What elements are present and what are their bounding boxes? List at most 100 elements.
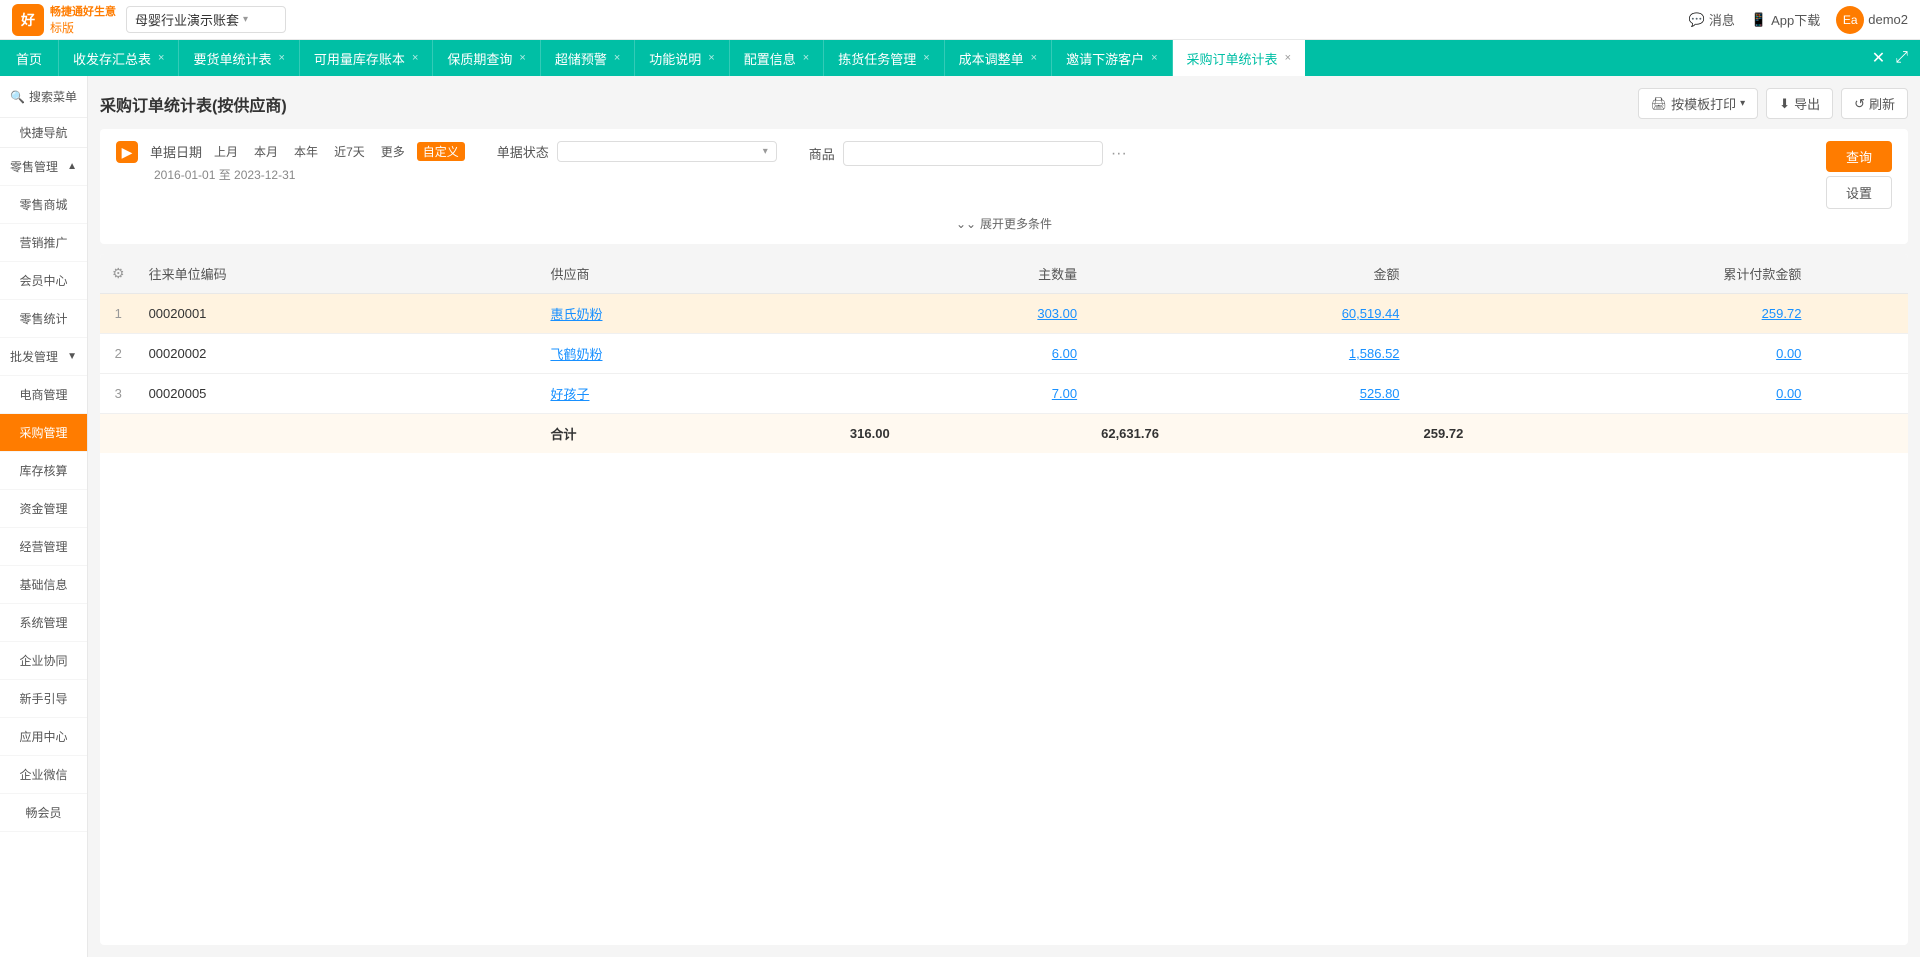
sidebar-item-system-mgmt[interactable]: 系统管理 xyxy=(0,604,87,642)
summary-empty2 xyxy=(137,414,539,454)
tab-close-icon[interactable]: × xyxy=(519,52,525,64)
amount-link[interactable]: 60,519.44 xyxy=(1342,306,1400,321)
summary-empty xyxy=(100,414,137,454)
sidebar-item-marketing[interactable]: 营销推广 xyxy=(0,224,87,262)
tab-close-icon[interactable]: × xyxy=(708,52,714,64)
top-bar: 好 畅捷通好生意 标版 母婴行业演示账套 ▾ 💬 消息 📱 App下载 Ea d… xyxy=(0,0,1920,40)
goods-filter-more-icon[interactable]: ··· xyxy=(1111,145,1127,163)
window-close-button[interactable]: ✕ xyxy=(1868,44,1889,72)
sidebar-item-app-center[interactable]: 应用中心 xyxy=(0,718,87,756)
message-button[interactable]: 💬 消息 xyxy=(1689,10,1735,29)
sidebar-item-retail-stats[interactable]: 零售统计 xyxy=(0,300,87,338)
sidebar-item-member[interactable]: 畅会员 xyxy=(0,794,87,832)
supplier-link[interactable]: 惠氏奶粉 xyxy=(550,307,602,322)
col-supplier: 供应商 xyxy=(538,254,837,294)
workspace-selector[interactable]: 母婴行业演示账套 ▾ xyxy=(126,6,286,33)
sidebar-item-retail-store[interactable]: 零售商城 xyxy=(0,186,87,224)
paid-link[interactable]: 0.00 xyxy=(1776,346,1801,361)
tab-close-icon-active[interactable]: × xyxy=(1285,52,1291,64)
supplier-link[interactable]: 飞鹤奶粉 xyxy=(550,347,602,362)
top-bar-left: 好 畅捷通好生意 标版 母婴行业演示账套 ▾ xyxy=(12,3,286,36)
sidebar-item-ecommerce-mgmt[interactable]: 电商管理 xyxy=(0,376,87,414)
tab-close-icon[interactable]: × xyxy=(1151,52,1157,64)
sidebar-item-enterprise-wechat[interactable]: 企业微信 xyxy=(0,756,87,794)
status-filter-label: 单据状态 xyxy=(497,142,549,161)
summary-row: 合计 316.00 62,631.76 259.72 xyxy=(100,414,1908,454)
export-button[interactable]: ⬇ 导出 xyxy=(1766,88,1833,119)
tab-close-icon[interactable]: × xyxy=(923,52,929,64)
date-filter-label: 单据日期 xyxy=(150,142,202,161)
tab-home[interactable]: 首页 xyxy=(0,40,59,76)
expand-more-button[interactable]: ⌄⌄ 展开更多条件 xyxy=(116,209,1892,232)
chevron-up-icon: ▲ xyxy=(67,161,77,172)
amount-link[interactable]: 525.80 xyxy=(1360,386,1400,401)
tab-stock-account[interactable]: 可用量库存账本 × xyxy=(300,40,433,76)
print-arrow-icon: ▾ xyxy=(1740,98,1745,109)
tab-close-icon[interactable]: × xyxy=(278,52,284,64)
tab-overstock-warning[interactable]: 超储预警 × xyxy=(541,40,635,76)
date-shortcut-this-year[interactable]: 本年 xyxy=(290,141,322,162)
query-button[interactable]: 查询 xyxy=(1826,141,1892,172)
sidebar-item-stock-check[interactable]: 库存核算 xyxy=(0,452,87,490)
sidebar-item-basic-info[interactable]: 基础信息 xyxy=(0,566,87,604)
print-button[interactable]: 🖨 按模板打印 ▾ xyxy=(1638,88,1759,119)
cell-row-num: 1 xyxy=(100,294,137,334)
sidebar-item-finance-mgmt[interactable]: 资金管理 xyxy=(0,490,87,528)
table-row: 3 00020005 好孩子 7.00 525.80 0.00 xyxy=(100,374,1908,414)
tab-close-icon[interactable]: × xyxy=(803,52,809,64)
date-shortcut-last-month[interactable]: 上月 xyxy=(210,141,242,162)
sidebar-item-operation-mgmt[interactable]: 经营管理 xyxy=(0,528,87,566)
qty-link[interactable]: 6.00 xyxy=(1052,346,1077,361)
window-maximize-button[interactable]: ⤢ xyxy=(1891,45,1912,71)
tab-close-icon[interactable]: × xyxy=(158,52,164,64)
qty-link[interactable]: 303.00 xyxy=(1037,306,1077,321)
summary-main-qty: 316.00 xyxy=(838,414,1089,454)
status-filter-select[interactable]: ▾ xyxy=(557,141,777,162)
amount-link[interactable]: 1,586.52 xyxy=(1349,346,1400,361)
tab-config-info[interactable]: 配置信息 × xyxy=(730,40,824,76)
refresh-button[interactable]: ↺ 刷新 xyxy=(1841,88,1908,119)
quick-nav-button[interactable]: 快捷导航 xyxy=(0,118,87,148)
app-download-button[interactable]: 📱 App下载 xyxy=(1751,10,1820,29)
date-custom-badge[interactable]: 自定义 xyxy=(417,142,465,161)
paid-link[interactable]: 0.00 xyxy=(1776,386,1801,401)
sidebar-item-new-guide[interactable]: 新手引导 xyxy=(0,680,87,718)
tab-close-icon[interactable]: × xyxy=(412,52,418,64)
table-settings-icon[interactable]: ⚙ xyxy=(112,265,125,281)
goods-filter-input[interactable] xyxy=(843,141,1103,166)
date-shortcut-more[interactable]: 更多 xyxy=(377,141,409,162)
sidebar-item-member-center[interactable]: 会员中心 xyxy=(0,262,87,300)
paid-link[interactable]: 259.72 xyxy=(1762,306,1802,321)
cell-paid-amount: 259.72 xyxy=(1412,294,1814,334)
cell-main-qty: 303.00 xyxy=(838,294,1089,334)
tab-goods-summary[interactable]: 要货单统计表 × xyxy=(179,40,299,76)
tab-function-desc[interactable]: 功能说明 × xyxy=(635,40,729,76)
nav-tabs: 首页 收发存汇总表 × 要货单统计表 × 可用量库存账本 × 保质期查询 × 超… xyxy=(0,40,1920,76)
filter-toggle-button[interactable]: ▶ xyxy=(116,141,138,163)
tab-receive-summary[interactable]: 收发存汇总表 × xyxy=(59,40,179,76)
cell-amount: 525.80 xyxy=(1089,374,1411,414)
export-icon: ⬇ xyxy=(1779,96,1790,112)
sidebar-item-purchase-mgmt[interactable]: 采购管理 xyxy=(0,414,87,452)
tab-purchase-summary[interactable]: 采购订单统计表 × xyxy=(1173,40,1305,76)
cell-unit-code: 00020002 xyxy=(137,334,539,374)
sidebar-item-enterprise-collab[interactable]: 企业协同 xyxy=(0,642,87,680)
tab-cost-adjust[interactable]: 成本调整单 × xyxy=(945,40,1052,76)
tab-invite-downstream[interactable]: 邀请下游客户 × xyxy=(1052,40,1172,76)
sidebar-item-retail-mgmt[interactable]: 零售管理 ▲ xyxy=(0,148,87,186)
tab-pick-task[interactable]: 拣货任务管理 × xyxy=(824,40,944,76)
tab-close-icon[interactable]: × xyxy=(1031,52,1037,64)
logo-area: 好 畅捷通好生意 标版 xyxy=(12,3,116,36)
search-menu-button[interactable]: 🔍 搜索菜单 xyxy=(6,84,81,109)
sidebar-item-wholesale-mgmt[interactable]: 批发管理 ▼ xyxy=(0,338,87,376)
tab-close-icon[interactable]: × xyxy=(614,52,620,64)
settings-button[interactable]: 设置 xyxy=(1826,176,1892,209)
tab-expiry-query[interactable]: 保质期查询 × xyxy=(433,40,540,76)
date-shortcut-this-month[interactable]: 本月 xyxy=(250,141,282,162)
refresh-icon: ↺ xyxy=(1854,96,1865,112)
qty-link[interactable]: 7.00 xyxy=(1052,386,1077,401)
supplier-link[interactable]: 好孩子 xyxy=(550,387,589,402)
date-shortcut-7days[interactable]: 近7天 xyxy=(330,141,369,162)
user-profile[interactable]: Ea demo2 xyxy=(1836,6,1908,34)
summary-label: 合计 xyxy=(538,414,837,454)
